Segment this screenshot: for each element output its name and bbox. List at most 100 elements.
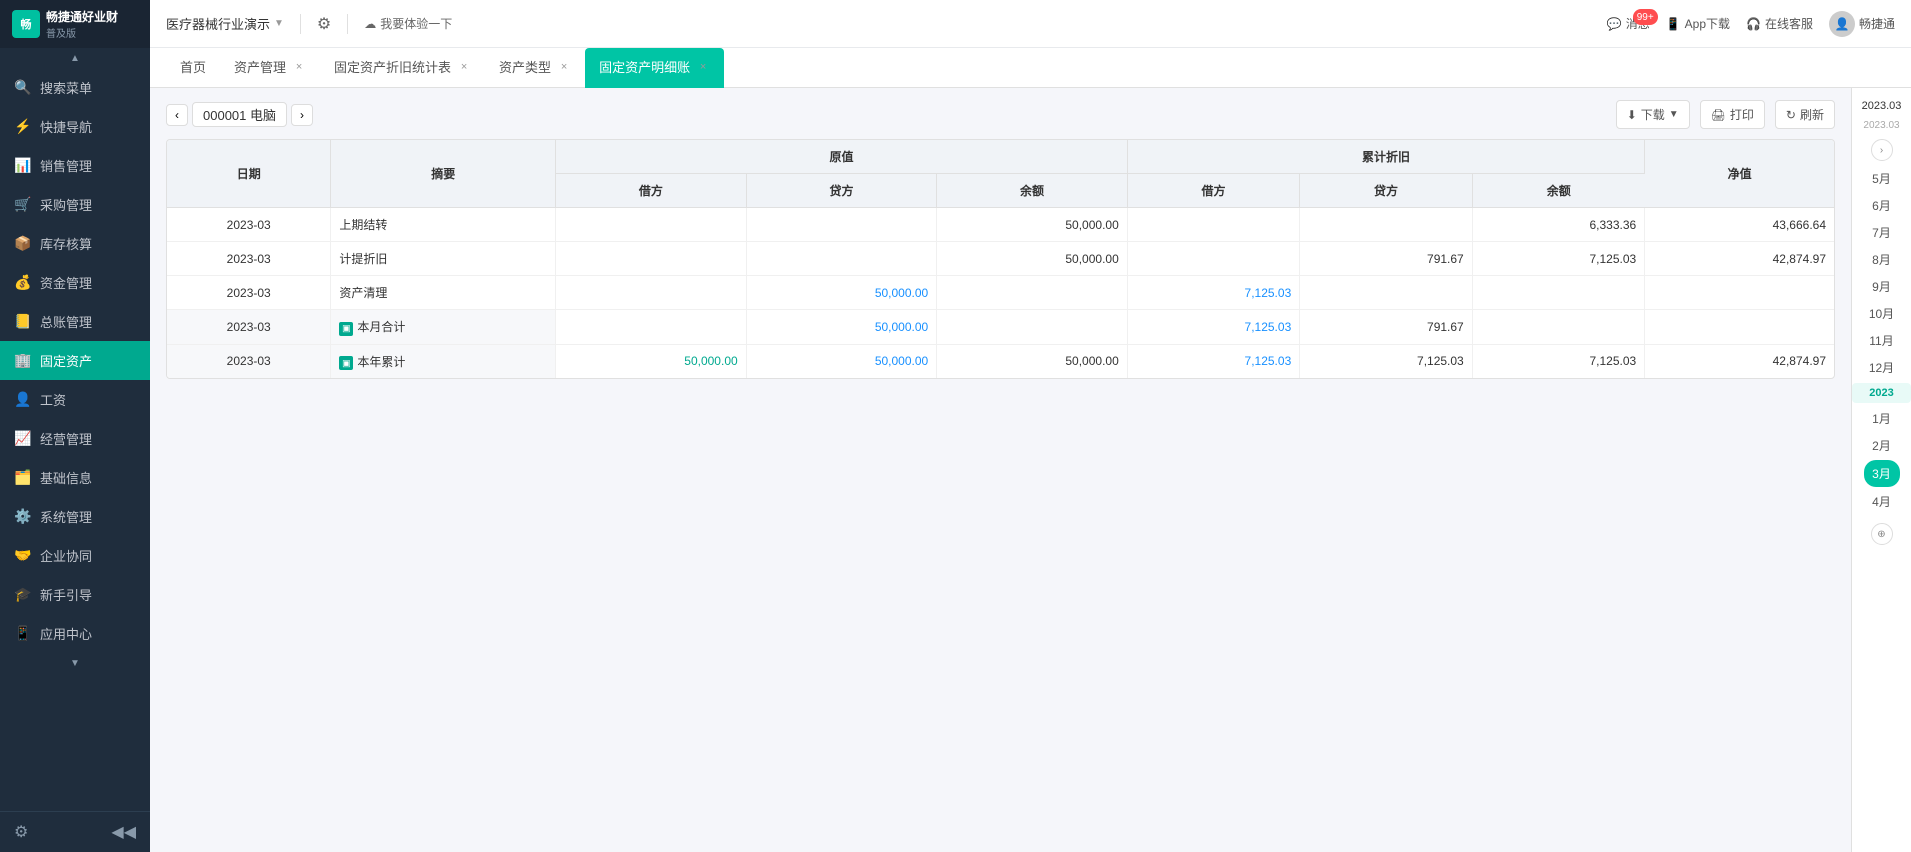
td-ov-debit: 50,000.00 bbox=[556, 344, 747, 378]
th-ov-debit: 借方 bbox=[556, 174, 747, 208]
sidebar-item-search[interactable]: 🔍 搜索菜单 bbox=[0, 68, 150, 107]
td-acc-credit bbox=[1300, 208, 1472, 242]
refresh-button[interactable]: ↻ 刷新 bbox=[1775, 100, 1835, 129]
app-version: 普及版 bbox=[46, 25, 118, 40]
th-original-value: 原值 bbox=[556, 140, 1128, 174]
timeline-month-11[interactable]: 11月 bbox=[1852, 327, 1911, 354]
timeline-month-6[interactable]: 6月 bbox=[1852, 192, 1911, 219]
timeline-expand-btn[interactable]: › bbox=[1871, 139, 1893, 161]
tab-home[interactable]: 首页 bbox=[166, 48, 220, 88]
sidebar-footer: ⚙ ◀◀ bbox=[0, 811, 150, 852]
app-download-button[interactable]: 📱 App下载 bbox=[1666, 15, 1730, 32]
td-acc-credit: 7,125.03 bbox=[1300, 344, 1472, 378]
td-summary: 上期结转 bbox=[331, 208, 556, 242]
sidebar-item-inventory[interactable]: 📦 库存核算 bbox=[0, 224, 150, 263]
td-acc-balance bbox=[1472, 276, 1644, 310]
bizmanage-icon: 📈 bbox=[14, 430, 32, 448]
settings-icon[interactable]: ⚙ bbox=[14, 822, 28, 842]
nav-prev-button[interactable]: ‹ bbox=[166, 104, 188, 126]
table-row: 2023-03▣本年累计50,000.0050,000.0050,000.007… bbox=[167, 344, 1834, 378]
td-ov-balance: 50,000.00 bbox=[937, 208, 1128, 242]
timeline-year-2023: 2023 bbox=[1852, 383, 1911, 403]
td-date: 2023-03 bbox=[167, 310, 331, 345]
sidebar-item-bizmanage[interactable]: 📈 经营管理 bbox=[0, 419, 150, 458]
print-button[interactable]: 🖨 打印 bbox=[1700, 100, 1765, 129]
sidebar-scroll-up[interactable]: ▲ bbox=[0, 48, 150, 68]
sidebar-item-collab[interactable]: 🤝 企业协同 bbox=[0, 536, 150, 575]
sidebar-scroll-down[interactable]: ▼ bbox=[0, 653, 150, 673]
sidebar-item-payroll[interactable]: 👤 工资 bbox=[0, 380, 150, 419]
sidebar-item-basicinfo[interactable]: 🗂️ 基础信息 bbox=[0, 458, 150, 497]
download-button[interactable]: ⬇ 下载 ▼ bbox=[1616, 100, 1690, 129]
collapse-icon[interactable]: ◀◀ bbox=[111, 822, 136, 842]
table-row: 2023-03▣本月合计50,000.007,125.03791.67 bbox=[167, 310, 1834, 345]
sidebar-item-fixedassets[interactable]: 🏢 固定资产 bbox=[0, 341, 150, 380]
sidebar-item-label: 资金管理 bbox=[40, 273, 92, 292]
td-net-value: 42,874.97 bbox=[1645, 344, 1834, 378]
sidebar-item-purchase[interactable]: 🛒 采购管理 bbox=[0, 185, 150, 224]
tab-assetdetail[interactable]: 固定资产明细账 × bbox=[585, 48, 724, 88]
tab-assettype[interactable]: 资产类型 × bbox=[485, 48, 585, 88]
avatar: 👤 bbox=[1829, 11, 1855, 37]
tab-assetdetail-label: 固定资产明细账 bbox=[599, 57, 690, 76]
td-acc-balance: 6,333.36 bbox=[1472, 208, 1644, 242]
timeline-month-9[interactable]: 9月 bbox=[1852, 273, 1911, 300]
timeline-expand-btn-bottom[interactable]: ⊕ bbox=[1871, 523, 1893, 545]
tab-depreciation[interactable]: 固定资产折旧统计表 × bbox=[320, 48, 485, 88]
th-date: 日期 bbox=[167, 140, 331, 208]
sidebar-item-guide[interactable]: 🎓 新手引导 bbox=[0, 575, 150, 614]
content-area: ‹ 000001 电脑 › ⬇ 下载 ▼ 🖨 bbox=[150, 88, 1911, 852]
sidebar-item-quicknav[interactable]: ⚡ 快捷导航 bbox=[0, 107, 150, 146]
purchase-icon: 🛒 bbox=[14, 196, 32, 214]
sidebar-item-funds[interactable]: 💰 资金管理 bbox=[0, 263, 150, 302]
content-wrapper: ‹ 000001 电脑 › ⬇ 下载 ▼ 🖨 bbox=[150, 88, 1851, 852]
timeline-month-12[interactable]: 12月 bbox=[1852, 354, 1911, 381]
sidebar-nav: ▲ 🔍 搜索菜单 ⚡ 快捷导航 📊 销售管理 🛒 采购管理 📦 库存核算 💰 资… bbox=[0, 48, 150, 811]
sidebar-item-ledger[interactable]: 📒 总账管理 bbox=[0, 302, 150, 341]
tab-assetmanage[interactable]: 资产管理 × bbox=[220, 48, 320, 88]
print-icon: 🖨 bbox=[1711, 108, 1726, 122]
search-icon: 🔍 bbox=[14, 79, 32, 97]
funds-icon: 💰 bbox=[14, 274, 32, 292]
timeline-month-1[interactable]: 1月 bbox=[1852, 405, 1911, 432]
timeline-month-5[interactable]: 5月 bbox=[1852, 165, 1911, 192]
ledger-icon: 📒 bbox=[14, 313, 32, 331]
timeline-month-8[interactable]: 8月 bbox=[1852, 246, 1911, 273]
th-acc-balance: 余额 bbox=[1472, 174, 1644, 208]
sidebar-item-sysmanage[interactable]: ⚙️ 系统管理 bbox=[0, 497, 150, 536]
tab-assetdetail-close[interactable]: × bbox=[696, 60, 710, 74]
experience-button[interactable]: ☁ 我要体验一下 bbox=[364, 15, 452, 32]
timeline-month-10[interactable]: 10月 bbox=[1852, 300, 1911, 327]
sidebar-item-label: 库存核算 bbox=[40, 234, 92, 253]
messages-button[interactable]: 💬 消息 99+ bbox=[1607, 15, 1650, 32]
inventory-icon: 📦 bbox=[14, 235, 32, 253]
nav-next-button[interactable]: › bbox=[291, 104, 313, 126]
download-label: 下载 bbox=[1641, 106, 1665, 123]
td-acc-balance: 7,125.03 bbox=[1472, 242, 1644, 276]
td-ov-credit: 50,000.00 bbox=[746, 344, 937, 378]
toolbar-row: ‹ 000001 电脑 › ⬇ 下载 ▼ 🖨 bbox=[166, 100, 1835, 129]
tabs-bar: 首页 资产管理 × 固定资产折旧统计表 × 资产类型 × 固定资产明细账 × bbox=[150, 48, 1911, 88]
tab-assettype-close[interactable]: × bbox=[557, 60, 571, 74]
timeline-month-2[interactable]: 2月 bbox=[1852, 432, 1911, 459]
customer-service-button[interactable]: 🎧 在线客服 bbox=[1746, 15, 1813, 32]
tab-assetmanage-close[interactable]: × bbox=[292, 60, 306, 74]
topbar-right: 💬 消息 99+ 📱 App下载 🎧 在线客服 👤 畅捷通 bbox=[1607, 11, 1895, 37]
td-summary: 资产清理 bbox=[331, 276, 556, 310]
sidebar-item-sales[interactable]: 📊 销售管理 bbox=[0, 146, 150, 185]
company-settings-icon[interactable]: ⚙ bbox=[317, 14, 331, 34]
company-selector[interactable]: 医疗器械行业演示 ▼ bbox=[166, 14, 284, 33]
timeline-month-7[interactable]: 7月 bbox=[1852, 219, 1911, 246]
table-row: 2023-03上期结转50,000.006,333.3643,666.64 bbox=[167, 208, 1834, 242]
messages-icon: 💬 bbox=[1607, 17, 1622, 31]
user-avatar-button[interactable]: 👤 畅捷通 bbox=[1829, 11, 1895, 37]
tab-home-label: 首页 bbox=[180, 57, 206, 76]
timeline-month-4[interactable]: 4月 bbox=[1852, 488, 1911, 515]
sidebar-item-appcenter[interactable]: 📱 应用中心 bbox=[0, 614, 150, 653]
timeline-month-3[interactable]: 3月 bbox=[1864, 460, 1900, 487]
tab-depreciation-close[interactable]: × bbox=[457, 60, 471, 74]
td-ov-debit bbox=[556, 208, 747, 242]
th-ov-credit: 贷方 bbox=[746, 174, 937, 208]
sysmanage-icon: ⚙️ bbox=[14, 508, 32, 526]
sidebar-item-label: 采购管理 bbox=[40, 195, 92, 214]
